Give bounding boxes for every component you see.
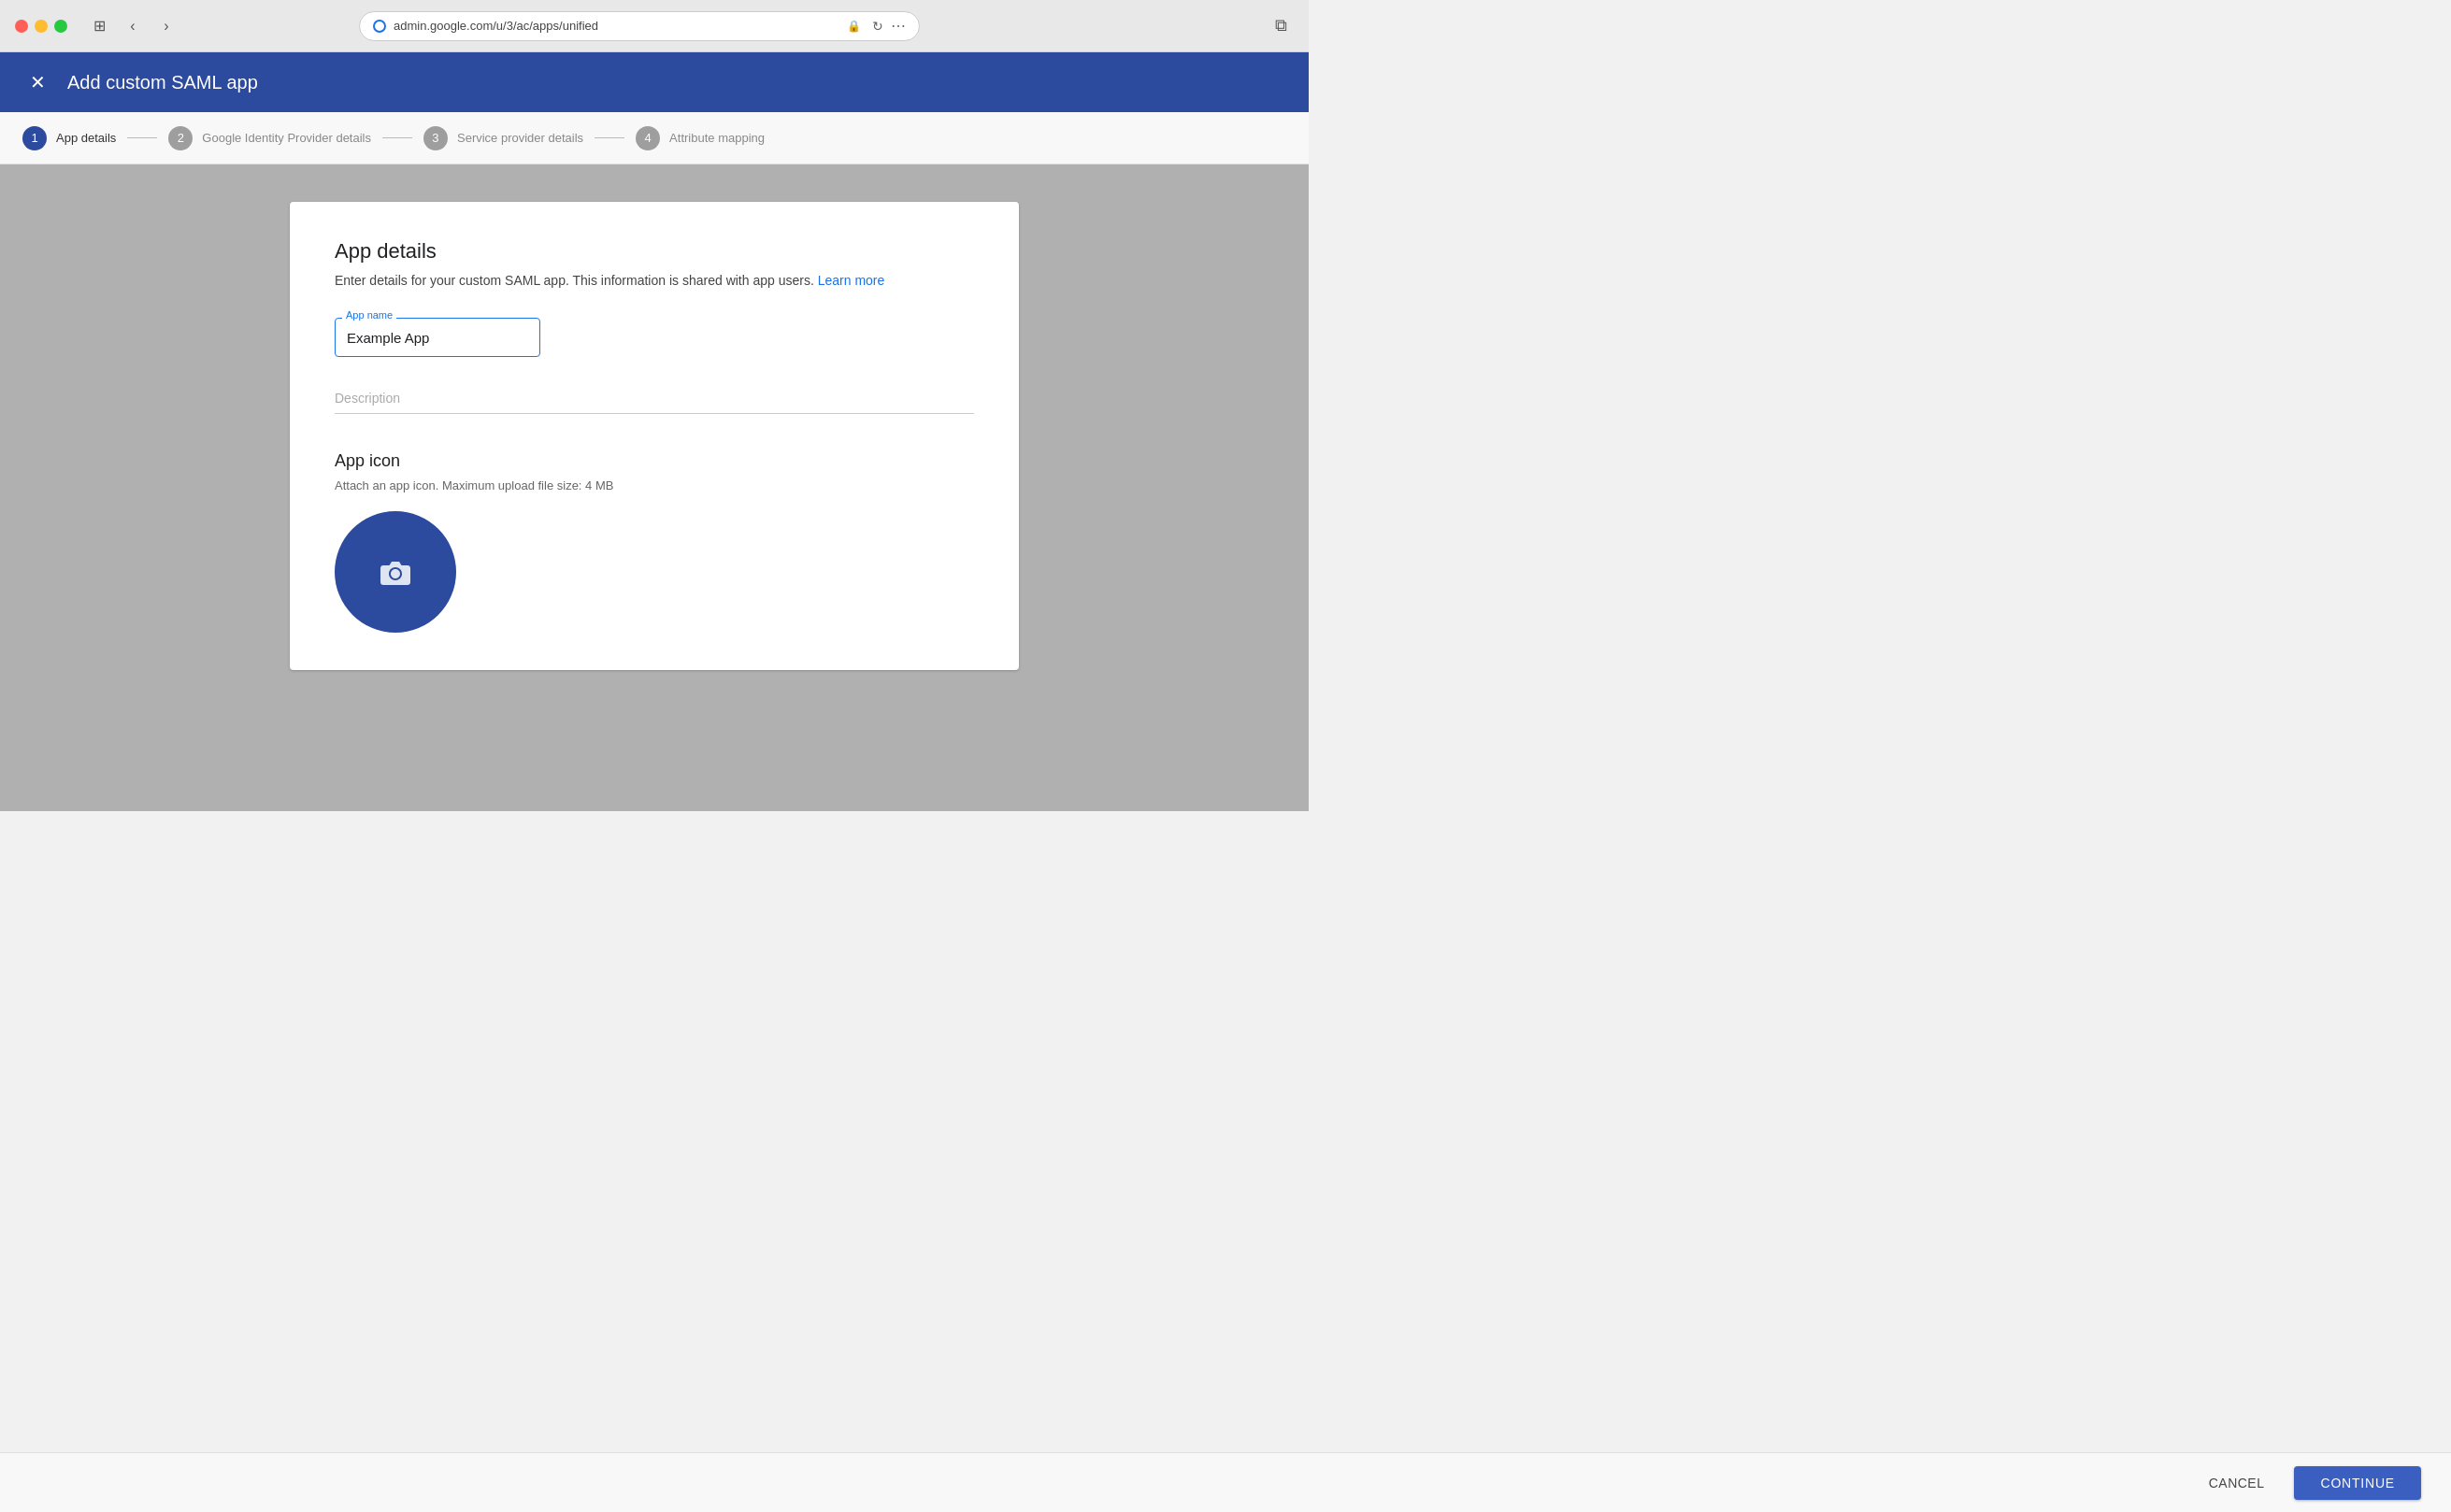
step-4-label: Attribute mapping <box>669 131 765 145</box>
url-text: admin.google.com/u/3/ac/apps/unified <box>394 19 839 33</box>
maximize-traffic-light[interactable] <box>54 20 67 33</box>
forward-button[interactable]: › <box>153 13 179 39</box>
page-title: Add custom SAML app <box>67 72 258 93</box>
close-button[interactable]: ✕ <box>22 67 52 97</box>
step-2-label: Google Identity Provider details <box>202 131 371 145</box>
step-2-number: 2 <box>168 126 193 150</box>
site-icon <box>373 20 386 33</box>
app-name-field-wrapper: App name <box>335 318 974 357</box>
close-traffic-light[interactable] <box>15 20 28 33</box>
back-button[interactable]: ‹ <box>120 13 146 39</box>
step-2: 2 Google Identity Provider details <box>168 126 371 150</box>
step-3-label: Service provider details <box>457 131 583 145</box>
stepper: 1 App details 2 Google Identity Provider… <box>0 112 1309 164</box>
step-1: 1 App details <box>22 126 116 150</box>
address-bar[interactable]: admin.google.com/u/3/ac/apps/unified 🔒 ↻… <box>359 11 920 41</box>
step-4: 4 Attribute mapping <box>636 126 765 150</box>
learn-more-link[interactable]: Learn more <box>818 273 885 288</box>
app-icon-section: App icon Attach an app icon. Maximum upl… <box>335 451 974 633</box>
more-icon[interactable]: ⋯ <box>891 17 906 35</box>
step-divider-1 <box>127 137 157 138</box>
lock-icon: 🔒 <box>847 20 861 33</box>
card-description-text: Enter details for your custom SAML app. … <box>335 273 814 288</box>
main-content: App details Enter details for your custo… <box>0 164 1309 811</box>
app-header: ✕ Add custom SAML app <box>0 52 1309 112</box>
app-name-input[interactable] <box>335 318 540 357</box>
description-input[interactable] <box>335 383 974 414</box>
step-1-label: App details <box>56 131 116 145</box>
app-icon-description: Attach an app icon. Maximum upload file … <box>335 478 974 492</box>
browser-chrome: ⊞ ‹ › admin.google.com/u/3/ac/apps/unifi… <box>0 0 1309 52</box>
step-3: 3 Service provider details <box>423 126 583 150</box>
new-tab-button[interactable]: ⧉ <box>1268 13 1294 39</box>
sidebar-toggle-button[interactable]: ⊞ <box>86 13 112 39</box>
app-name-label: App name <box>342 309 396 321</box>
step-divider-2 <box>382 137 412 138</box>
app-details-card: App details Enter details for your custo… <box>290 202 1019 670</box>
step-3-number: 3 <box>423 126 448 150</box>
app-name-field-box: App name <box>335 318 540 357</box>
app-icon-title: App icon <box>335 451 974 471</box>
step-1-number: 1 <box>22 126 47 150</box>
card-title: App details <box>335 239 974 264</box>
reload-icon[interactable]: ↻ <box>872 19 883 34</box>
browser-nav-controls: ⊞ ‹ › <box>86 13 179 39</box>
step-divider-3 <box>595 137 624 138</box>
camera-icon <box>380 559 411 585</box>
card-description: Enter details for your custom SAML app. … <box>335 273 974 288</box>
traffic-lights <box>15 20 67 33</box>
step-4-number: 4 <box>636 126 660 150</box>
minimize-traffic-light[interactable] <box>35 20 48 33</box>
icon-upload-button[interactable] <box>335 511 456 633</box>
